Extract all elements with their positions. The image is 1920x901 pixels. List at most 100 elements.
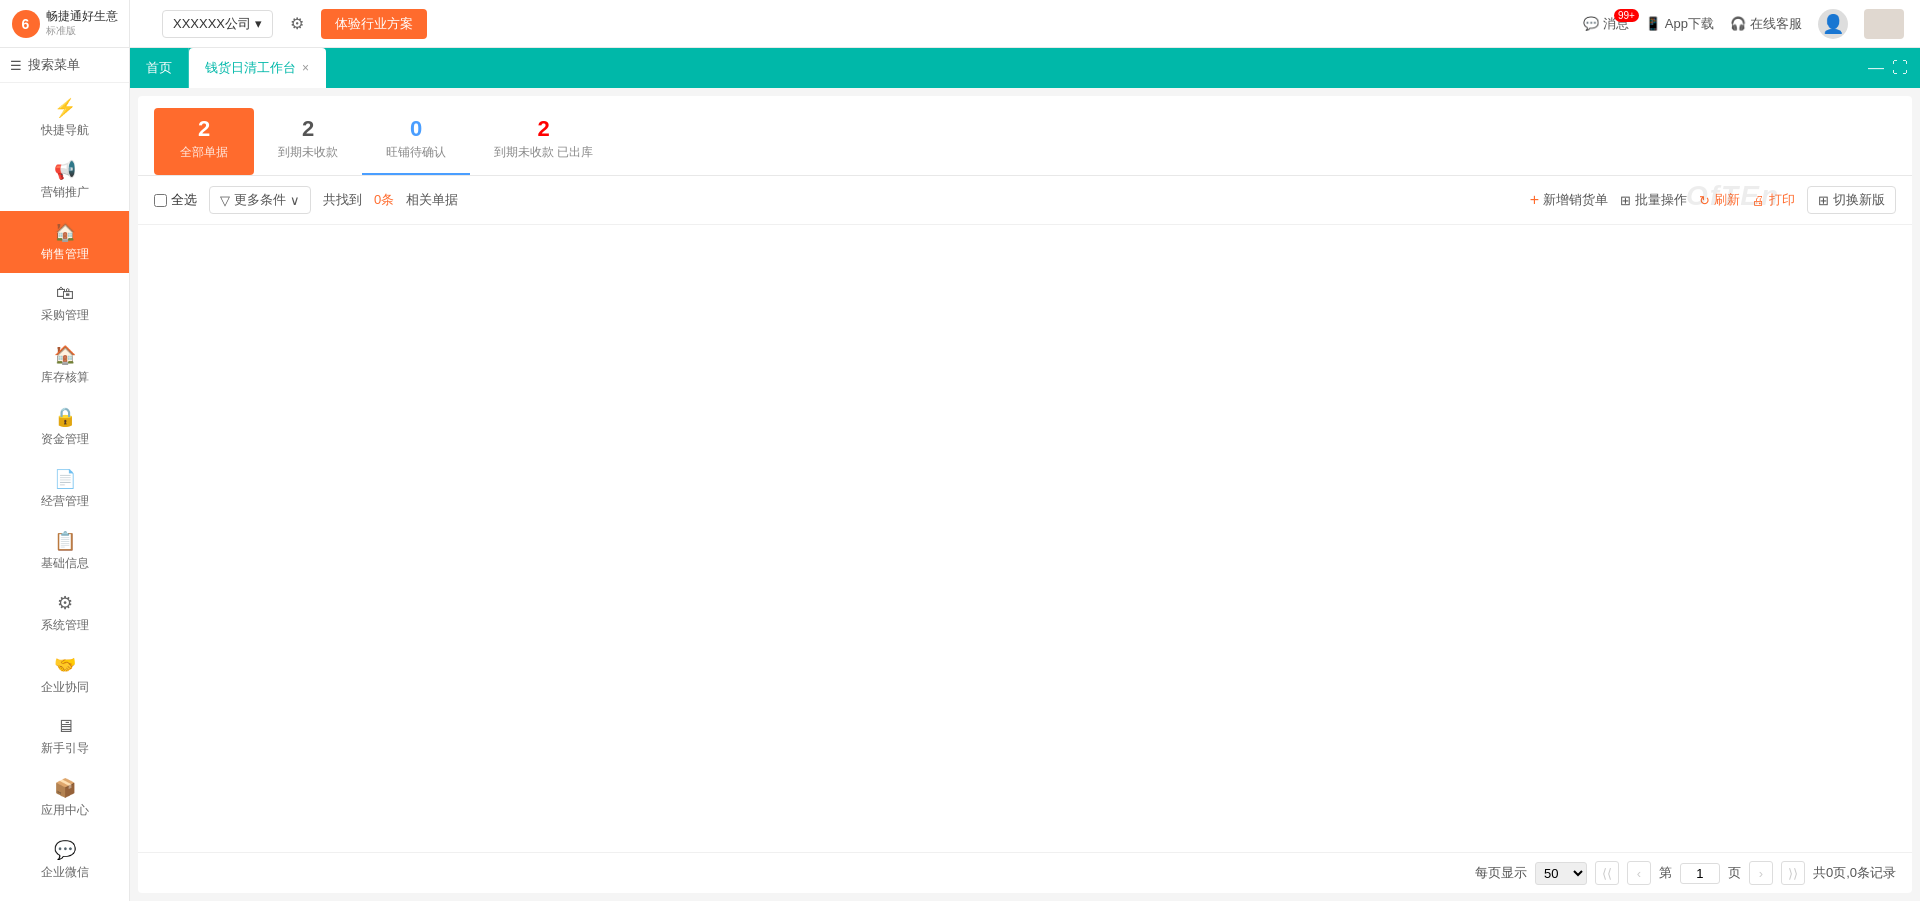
select-all-input[interactable] [154,194,167,207]
switch-label: 切换新版 [1833,191,1885,209]
settings-button[interactable]: ⚙ [281,8,313,40]
filter-icon: ▽ [220,193,230,208]
sidebar-item-app-center[interactable]: 📦 应用中心 [0,767,129,829]
operations-icon: 📄 [54,468,76,490]
toolbar: 全选 ▽ 更多条件 ∨ 共找到 0条 相关单据 + 新增销货单 ⊞ 批量操作 [138,176,1912,225]
batch-icon: ⊞ [1620,193,1631,208]
page-word: 第 [1659,864,1672,882]
found-count: 0条 [374,191,394,209]
sidebar-item-basic-info[interactable]: 📋 基础信息 [0,520,129,582]
finance-icon: 🔒 [54,406,76,428]
basic-info-icon: 📋 [54,530,76,552]
service-icon: 🎧 [1730,16,1746,31]
sidebar-item-sales[interactable]: 🏠 销售管理 [0,211,129,273]
per-page-select[interactable]: 50 100 200 [1535,862,1587,885]
last-page-button[interactable]: ⟩⟩ [1781,861,1805,885]
stat-overdue-label: 到期未收款 [278,144,338,161]
sidebar-item-wecom[interactable]: 💬 企业微信 [0,829,129,891]
refresh-button[interactable]: ↻ 刷新 [1699,191,1740,209]
top-right-area: 💬 消息 99+ 📱 App下载 🎧 在线客服 👤 [1583,9,1904,39]
sidebar-item-operations[interactable]: 📄 经营管理 [0,458,129,520]
sidebar-item-purchase[interactable]: 🛍 采购管理 [0,273,129,334]
plus-icon: + [1530,191,1539,209]
tab-label: 钱货日清工作台 [205,59,296,77]
enterprise-icon: 🤝 [54,654,76,676]
filter-button[interactable]: ▽ 更多条件 ∨ [209,186,311,214]
stat-shipped-number: 2 [538,116,550,142]
wecom-icon: 💬 [54,839,76,861]
sidebar-item-label: 企业协同 [41,679,89,696]
top-bar: XXXXXX公司 ▾ ⚙ 体验行业方案 💬 消息 99+ 📱 App下载 🎧 在… [130,0,1920,48]
switch-version-button[interactable]: ⊞ 切换新版 [1807,186,1896,214]
avatar[interactable]: 👤 [1818,9,1848,39]
table-area [138,225,1912,852]
beginner-icon: 🖥 [56,716,74,737]
tab-home[interactable]: 首页 [130,48,189,88]
message-icon: 💬 [1583,16,1599,31]
sidebar-item-label: 资金管理 [41,431,89,448]
stat-all-number: 2 [198,116,210,142]
online-service-label: 在线客服 [1750,15,1802,33]
sidebar-item-marketing[interactable]: 📢 营销推广 [0,149,129,211]
search-icon: ☰ [10,58,22,73]
stat-tab-overdue-shipped[interactable]: 2 到期未收款 已出库 [470,108,617,175]
user-name-area [1864,9,1904,39]
sidebar-item-member[interactable]: ✌ 畅会员 [0,891,129,901]
sidebar-item-label: 营销推广 [41,184,89,201]
add-sale-button[interactable]: + 新增销货单 [1530,191,1608,209]
sidebar-item-enterprise[interactable]: 🤝 企业协同 [0,644,129,706]
sidebar-logo: 6 畅捷通好生意 标准版 [0,0,129,48]
toolbar-right: + 新增销货单 ⊞ 批量操作 ↻ 刷新 🖨 打印 ⊞ 切换新版 [1530,186,1896,214]
stat-tab-all[interactable]: 2 全部单据 [154,108,254,175]
company-selector[interactable]: XXXXXX公司 ▾ [162,10,273,38]
sidebar-item-label: 库存核算 [41,369,89,386]
sidebar-item-beginner[interactable]: 🖥 新手引导 [0,706,129,767]
sidebar-search[interactable]: ☰ 搜索菜单 [0,48,129,83]
sidebar-item-inventory[interactable]: 🏠 库存核算 [0,334,129,396]
refresh-icon: ↻ [1699,193,1710,208]
found-text: 共找到 [323,191,362,209]
select-all-checkbox[interactable]: 全选 [154,191,197,209]
app-center-icon: 📦 [54,777,76,799]
try-industry-button[interactable]: 体验行业方案 [321,9,427,39]
next-page-button[interactable]: › [1749,861,1773,885]
company-name: XXXXXX公司 [173,15,251,33]
filter-chevron-icon: ∨ [290,193,300,208]
stat-tab-overdue[interactable]: 2 到期未收款 [254,108,362,175]
content-inner: 2 全部单据 2 到期未收款 0 旺铺待确认 2 到期未收款 已出库 全选 [138,96,1912,893]
tab-maximize-icon[interactable]: ⛶ [1892,59,1908,77]
marketing-icon: 📢 [54,159,76,181]
page-input[interactable] [1680,863,1720,884]
sidebar-item-system[interactable]: ⚙ 系统管理 [0,582,129,644]
messages-button[interactable]: 💬 消息 99+ [1583,15,1629,33]
print-icon: 🖨 [1752,193,1765,208]
stat-all-label: 全部单据 [180,144,228,161]
tab-actions: — ⛶ [1868,59,1920,77]
print-button[interactable]: 🖨 打印 [1752,191,1795,209]
message-badge: 99+ [1614,9,1639,22]
stat-shipped-label: 到期未收款 已出库 [494,144,593,161]
sidebar-item-label: 应用中心 [41,802,89,819]
main-content: 2 全部单据 2 到期未收款 0 旺铺待确认 2 到期未收款 已出库 全选 [130,88,1920,901]
found-suffix: 相关单据 [406,191,458,209]
prev-page-button[interactable]: ‹ [1627,861,1651,885]
tab-close-icon[interactable]: × [302,61,309,75]
online-service-button[interactable]: 🎧 在线客服 [1730,15,1802,33]
chevron-down-icon: ▾ [255,16,262,31]
batch-button[interactable]: ⊞ 批量操作 [1620,191,1687,209]
stat-tab-wangpu[interactable]: 0 旺铺待确认 [362,108,470,175]
inventory-icon: 🏠 [54,344,76,366]
total-records: 共0页,0条记录 [1813,864,1896,882]
sidebar-item-label: 基础信息 [41,555,89,572]
batch-label: 批量操作 [1635,191,1687,209]
sidebar-item-finance[interactable]: 🔒 资金管理 [0,396,129,458]
pagination-bar: 每页显示 50 100 200 ⟨⟨ ‹ 第 页 › ⟩⟩ 共0页,0条记录 [138,852,1912,893]
first-page-button[interactable]: ⟨⟨ [1595,861,1619,885]
stat-wangpu-number: 0 [410,116,422,142]
tab-qrqt[interactable]: 钱货日清工作台 × [189,48,326,88]
sidebar: 6 畅捷通好生意 标准版 ☰ 搜索菜单 ⚡ 快捷导航 📢 营销推广 🏠 销售管理… [0,0,130,901]
sidebar-item-quick-nav[interactable]: ⚡ 快捷导航 [0,87,129,149]
tab-minimize-icon[interactable]: — [1868,59,1884,77]
app-name: 畅捷通好生意 [46,9,118,25]
app-download-button[interactable]: 📱 App下载 [1645,15,1714,33]
